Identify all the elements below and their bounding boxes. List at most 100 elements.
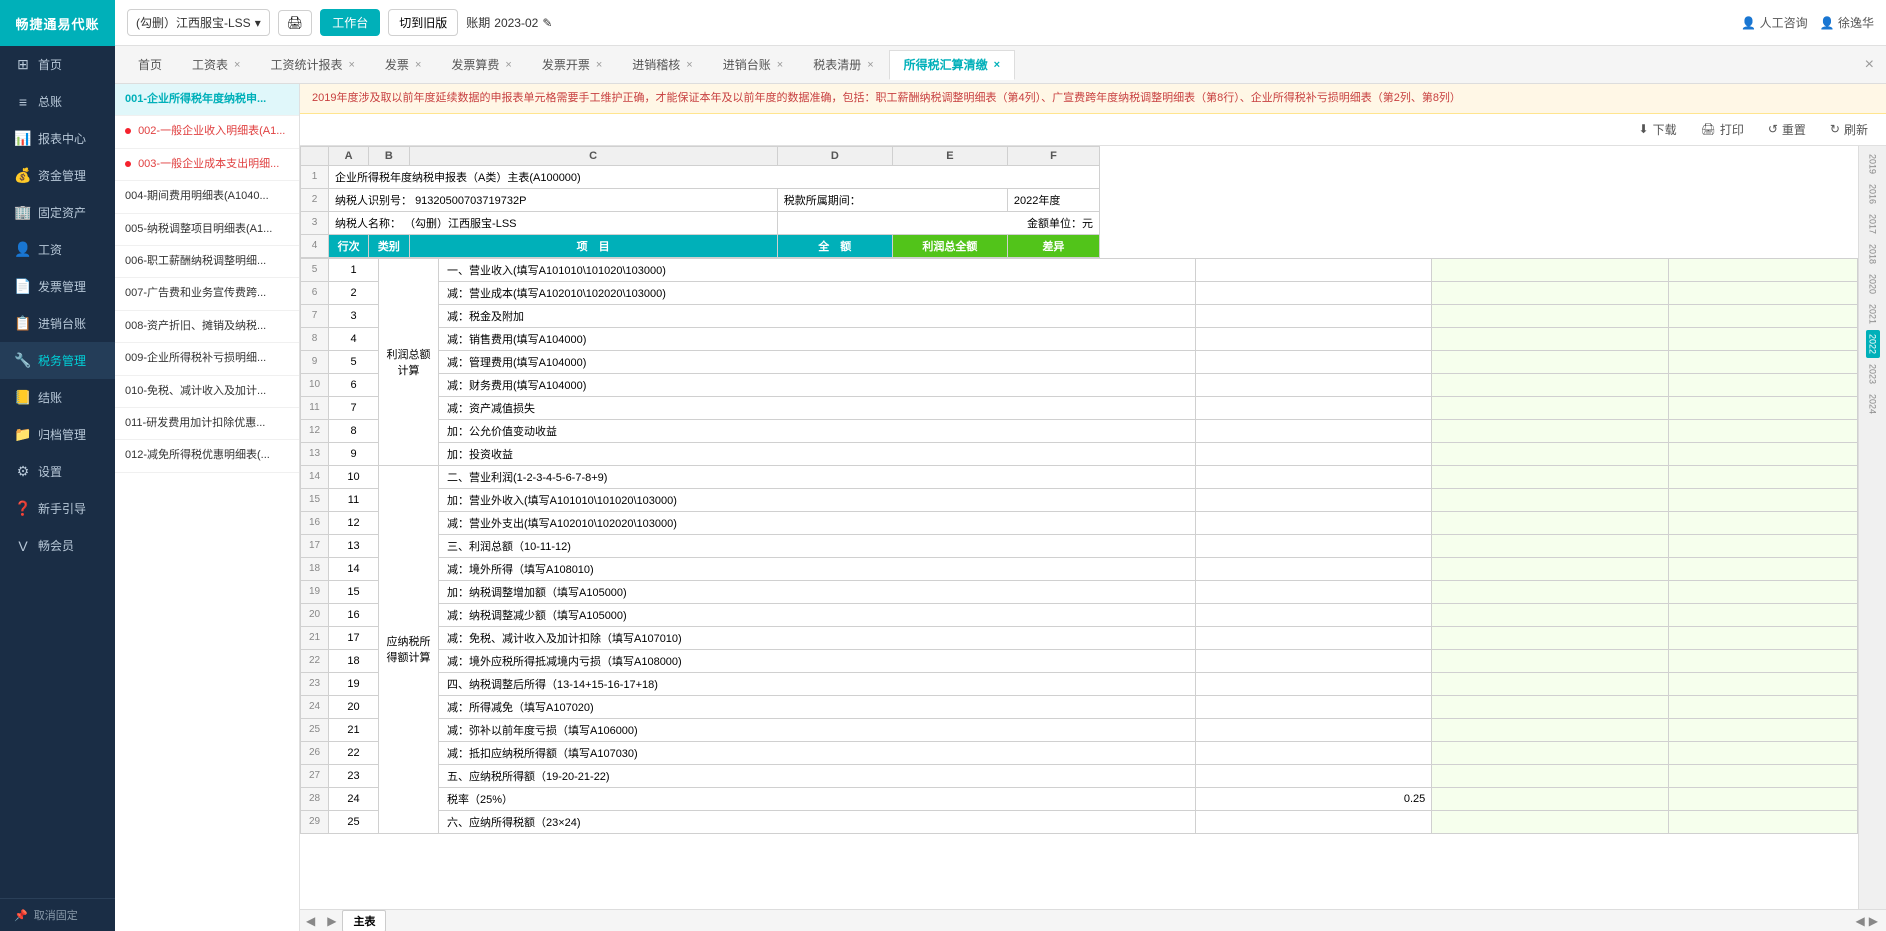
diff-cell[interactable] [1668,465,1857,488]
timeline-2016[interactable]: 2016 [1866,180,1880,208]
diff-cell[interactable] [1668,580,1857,603]
workbench-button[interactable]: 工作台 [320,9,380,36]
list-item-011[interactable]: 011-研发费用加计扣除优惠... [115,408,299,440]
print-button[interactable]: 🖨 打印 [1695,118,1750,141]
sidebar-item-ledger[interactable]: ≡ 总账 [0,83,115,120]
tab-tax-table-close[interactable]: × [867,59,873,71]
sidebar-item-guide[interactable]: ❓ 新手引导 [0,490,115,527]
amount-cell[interactable] [1195,557,1432,580]
profit-cell[interactable] [1432,787,1669,810]
diff-cell[interactable] [1668,396,1857,419]
amount-cell[interactable] [1195,534,1432,557]
nav-arrow-left[interactable]: ◀ [300,914,321,928]
profit-cell[interactable] [1432,465,1669,488]
tab-salary-stats-close[interactable]: × [348,59,354,71]
sidebar-item-reports[interactable]: 📊 报表中心 [0,120,115,157]
profit-cell[interactable] [1432,580,1669,603]
list-item-004[interactable]: 004-期间费用明细表(A1040... [115,181,299,213]
amount-cell[interactable] [1195,350,1432,373]
diff-cell[interactable] [1668,603,1857,626]
sheet-area[interactable]: A B C D E F 1 [300,146,1858,910]
switch-old-button[interactable]: 切到旧版 [388,9,458,36]
sidebar-item-salary[interactable]: 👤 工资 [0,231,115,268]
amount-cell[interactable] [1195,465,1432,488]
list-item-005[interactable]: 005-纳税调整项目明细表(A1... [115,214,299,246]
diff-cell[interactable] [1668,626,1857,649]
profit-cell[interactable] [1432,718,1669,741]
diff-cell[interactable] [1668,327,1857,350]
nav-arrow-right[interactable]: ▶ [321,914,342,928]
tab-purchase-audit-close[interactable]: × [686,59,692,71]
profit-cell[interactable] [1432,350,1669,373]
amount-cell[interactable] [1195,810,1432,833]
tab-purchase-audit[interactable]: 进销稽核 × [617,50,707,80]
tab-invoice-close[interactable]: × [415,59,421,71]
sidebar-item-settings[interactable]: ⚙ 设置 [0,453,115,490]
tab-invoice-open[interactable]: 发票开票 × [527,50,617,80]
profit-cell[interactable] [1432,603,1669,626]
amount-cell[interactable] [1195,327,1432,350]
timeline-2024[interactable]: 2024 [1866,390,1880,418]
tab-salary-close[interactable]: × [234,59,240,71]
sidebar-item-finance[interactable]: 💰 资金管理 [0,157,115,194]
diff-cell[interactable] [1668,304,1857,327]
scroll-left-icon[interactable]: ◀ [1856,914,1865,928]
timeline-2018[interactable]: 2018 [1866,240,1880,268]
sidebar-item-purchase-sales[interactable]: 📋 进销台账 [0,305,115,342]
sidebar-item-home[interactable]: ⊞ 首页 [0,46,115,83]
tabbar-close-button[interactable]: × [1853,56,1886,74]
refresh-button[interactable]: ↻ 刷新 [1824,118,1874,141]
profit-cell[interactable] [1432,764,1669,787]
diff-cell[interactable] [1668,695,1857,718]
sidebar-item-closing[interactable]: 📒 结账 [0,379,115,416]
profit-cell[interactable] [1432,396,1669,419]
diff-cell[interactable] [1668,350,1857,373]
consultant-button[interactable]: 👤 人工咨询 [1741,14,1807,31]
diff-cell[interactable] [1668,511,1857,534]
profit-cell[interactable] [1432,304,1669,327]
profit-cell[interactable] [1432,419,1669,442]
sidebar-item-assets[interactable]: 🏢 固定资产 [0,194,115,231]
timeline-2021[interactable]: 2021 [1866,300,1880,328]
amount-cell[interactable] [1195,419,1432,442]
edit-period-icon[interactable]: ✎ [542,16,552,30]
amount-cell[interactable] [1195,603,1432,626]
profit-cell[interactable] [1432,327,1669,350]
unpin-button[interactable]: 📌 取消固定 [0,898,115,931]
amount-cell[interactable] [1195,396,1432,419]
amount-cell[interactable] [1195,649,1432,672]
tab-purchase-ledger[interactable]: 进销台账 × [708,50,798,80]
tab-salary[interactable]: 工资表 × [177,50,255,80]
sidebar-item-member[interactable]: V 畅会员 [0,527,115,564]
tab-income-tax[interactable]: 所得税汇算清缴 × [889,50,1015,80]
list-item-012[interactable]: 012-减免所得税优惠明细表(... [115,440,299,472]
profit-cell[interactable] [1432,281,1669,304]
tab-invoice-open-close[interactable]: × [596,59,602,71]
amount-cell[interactable] [1195,442,1432,465]
list-item-001[interactable]: 001-企业所得税年度纳税申... [115,84,299,116]
list-item-010[interactable]: 010-免税、减计收入及加计... [115,376,299,408]
tab-invoice-calc-close[interactable]: × [505,59,511,71]
list-item-007[interactable]: 007-广告费和业务宣传费跨... [115,278,299,310]
amount-cell[interactable] [1195,281,1432,304]
diff-cell[interactable] [1668,557,1857,580]
tab-salary-stats[interactable]: 工资统计报表 × [255,50,369,80]
timeline-2020[interactable]: 2020 [1866,270,1880,298]
profit-cell[interactable] [1432,810,1669,833]
tab-income-tax-close[interactable]: × [994,59,1000,71]
list-item-002[interactable]: 002-一般企业收入明细表(A1... [115,116,299,148]
profit-cell[interactable] [1432,258,1669,281]
diff-cell[interactable] [1668,787,1857,810]
amount-cell[interactable] [1195,672,1432,695]
diff-cell[interactable] [1668,488,1857,511]
diff-cell[interactable] [1668,442,1857,465]
amount-cell[interactable] [1195,695,1432,718]
tab-home[interactable]: 首页 [123,50,177,80]
profit-cell[interactable] [1432,511,1669,534]
company-selector[interactable]: (勾删）江西服宝-LSS ▾ [127,9,270,36]
amount-cell[interactable]: 0.25 [1195,787,1432,810]
amount-cell[interactable] [1195,741,1432,764]
amount-cell[interactable] [1195,511,1432,534]
diff-cell[interactable] [1668,764,1857,787]
diff-cell[interactable] [1668,741,1857,764]
